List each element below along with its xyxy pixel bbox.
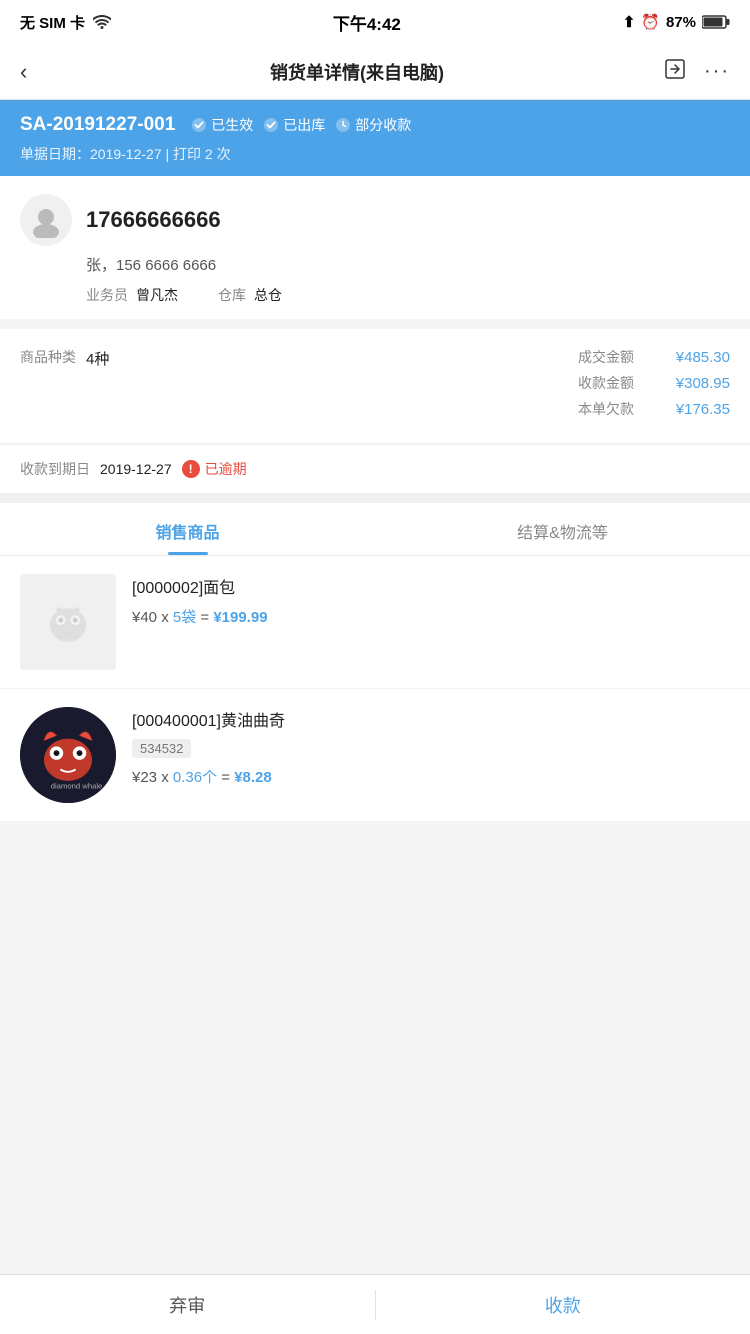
customer-id: 17666666666 bbox=[86, 207, 221, 233]
battery-label: 87% bbox=[666, 14, 696, 31]
product-sku-2: 534532 bbox=[132, 739, 191, 758]
status-time: 下午4:42 bbox=[333, 10, 401, 35]
product-name-2: [000400001]黄油曲奇 bbox=[132, 707, 730, 731]
tab-billing[interactable]: 结算&物流等 bbox=[375, 503, 750, 555]
salesperson-label: 业务员 bbox=[86, 285, 128, 305]
product-qty-2: 0.36个 bbox=[173, 769, 217, 786]
debt-amount-row: 本单欠款 ¥176.35 bbox=[578, 399, 730, 419]
product-price-2: ¥23 x 0.36个 = ¥8.28 bbox=[132, 766, 730, 787]
tab-sales[interactable]: 销售商品 bbox=[0, 503, 375, 555]
due-date: 2019-12-27 bbox=[100, 461, 172, 477]
product-image-2: diamond whale bbox=[20, 707, 116, 803]
warehouse-label: 仓库 bbox=[218, 285, 246, 305]
nav-actions: ··· bbox=[664, 58, 730, 86]
type-label: 商品种类 bbox=[20, 347, 76, 367]
overdue-badge: ! 已逾期 bbox=[182, 459, 247, 479]
banner-date: 单据日期：2019-12-27 | 打印 2 次 bbox=[20, 144, 730, 164]
tabs-row: 销售商品 结算&物流等 bbox=[0, 503, 750, 556]
product-item-1: [0000002]面包 ¥40 x 5袋 = ¥199.99 bbox=[0, 556, 750, 689]
status-right: ⬆ ⏰ 87% bbox=[623, 13, 730, 31]
warehouse-item: 仓库 总仓 bbox=[218, 285, 282, 305]
debt-label: 本单欠款 bbox=[578, 399, 634, 419]
page-title: 销货单详情(来自电脑) bbox=[50, 59, 664, 85]
wifi-icon bbox=[93, 15, 111, 29]
salesperson-item: 业务员 曾凡杰 bbox=[86, 285, 178, 305]
customer-contact: 张，156 6666 6666 bbox=[86, 254, 730, 275]
due-section: 收款到期日 2019-12-27 ! 已逾期 bbox=[0, 444, 750, 493]
carrier-label: 无 SIM 卡 bbox=[20, 12, 85, 33]
tag-shipped: 已出库 bbox=[263, 115, 325, 135]
deal-label: 成交金额 bbox=[578, 347, 634, 367]
avatar bbox=[20, 194, 72, 246]
banner-tags: 已生效 已出库 部分收款 bbox=[191, 115, 411, 135]
summary-right: 成交金额 ¥485.30 收款金额 ¥308.95 本单欠款 ¥176.35 bbox=[578, 347, 730, 425]
overdue-text: 已逾期 bbox=[205, 459, 247, 479]
battery-icon bbox=[702, 15, 730, 29]
customer-section: 17666666666 张，156 6666 6666 业务员 曾凡杰 仓库 总… bbox=[0, 176, 750, 319]
overdue-icon: ! bbox=[182, 460, 200, 478]
confirm-button[interactable]: 收款 bbox=[376, 1276, 750, 1334]
product-info-2: [000400001]黄油曲奇 534532 ¥23 x 0.36个 = ¥8.… bbox=[132, 707, 730, 787]
product-image-1 bbox=[20, 574, 116, 670]
receipt-value: ¥308.95 bbox=[650, 375, 730, 392]
due-label: 收款到期日 bbox=[20, 459, 90, 479]
check-icon bbox=[191, 117, 207, 133]
summary-section: 商品种类 4种 成交金额 ¥485.30 收款金额 ¥308.95 本单欠款 ¥… bbox=[0, 329, 750, 443]
deal-value: ¥485.30 bbox=[650, 349, 730, 366]
product-item-2: diamond whale [000400001]黄油曲奇 534532 ¥23… bbox=[0, 689, 750, 822]
share-icon[interactable] bbox=[664, 58, 686, 86]
svg-text:diamond whale: diamond whale bbox=[51, 782, 103, 791]
back-button[interactable]: ‹ bbox=[20, 59, 50, 85]
product-qty-1: 5袋 bbox=[173, 609, 196, 626]
deal-amount-row: 成交金额 ¥485.30 bbox=[578, 347, 730, 367]
alarm-icon: ⏰ bbox=[641, 13, 660, 31]
receipt-amount-row: 收款金额 ¥308.95 bbox=[578, 373, 730, 393]
customer-meta: 业务员 曾凡杰 仓库 总仓 bbox=[86, 285, 730, 305]
status-left: 无 SIM 卡 bbox=[20, 12, 111, 33]
tag-partial: 部分收款 bbox=[335, 115, 411, 135]
tag-effective: 已生效 bbox=[191, 115, 253, 135]
salesperson-value: 曾凡杰 bbox=[136, 285, 178, 305]
section-divider bbox=[0, 493, 750, 503]
product-price-1: ¥40 x 5袋 = ¥199.99 bbox=[132, 606, 730, 627]
cancel-button[interactable]: 弃审 bbox=[0, 1276, 375, 1334]
check-icon2 bbox=[263, 117, 279, 133]
type-count: 4种 bbox=[86, 348, 109, 369]
bottom-bar: 弃审 收款 bbox=[0, 1274, 750, 1334]
clock-icon bbox=[335, 117, 351, 133]
warehouse-value: 总仓 bbox=[254, 285, 282, 305]
product-info-1: [0000002]面包 ¥40 x 5袋 = ¥199.99 bbox=[132, 574, 730, 627]
product-name-1: [0000002]面包 bbox=[132, 574, 730, 598]
more-icon[interactable]: ··· bbox=[704, 60, 730, 83]
order-banner: SA-20191227-001 已生效 已出库 部分收款 单据日 bbox=[0, 100, 750, 176]
debt-value: ¥176.35 bbox=[650, 401, 730, 418]
order-id: SA-20191227-001 bbox=[20, 114, 175, 136]
product-total-2: ¥8.28 bbox=[234, 769, 272, 786]
location-icon: ⬆ bbox=[623, 13, 636, 31]
receipt-label: 收款金额 bbox=[578, 373, 634, 393]
product-total-1: ¥199.99 bbox=[213, 609, 267, 626]
status-bar: 无 SIM 卡 下午4:42 ⬆ ⏰ 87% bbox=[0, 0, 750, 44]
summary-left: 商品种类 4种 bbox=[20, 347, 109, 369]
nav-bar: ‹ 销货单详情(来自电脑) ··· bbox=[0, 44, 750, 100]
products-section: [0000002]面包 ¥40 x 5袋 = ¥199.99 diamond bbox=[0, 556, 750, 822]
